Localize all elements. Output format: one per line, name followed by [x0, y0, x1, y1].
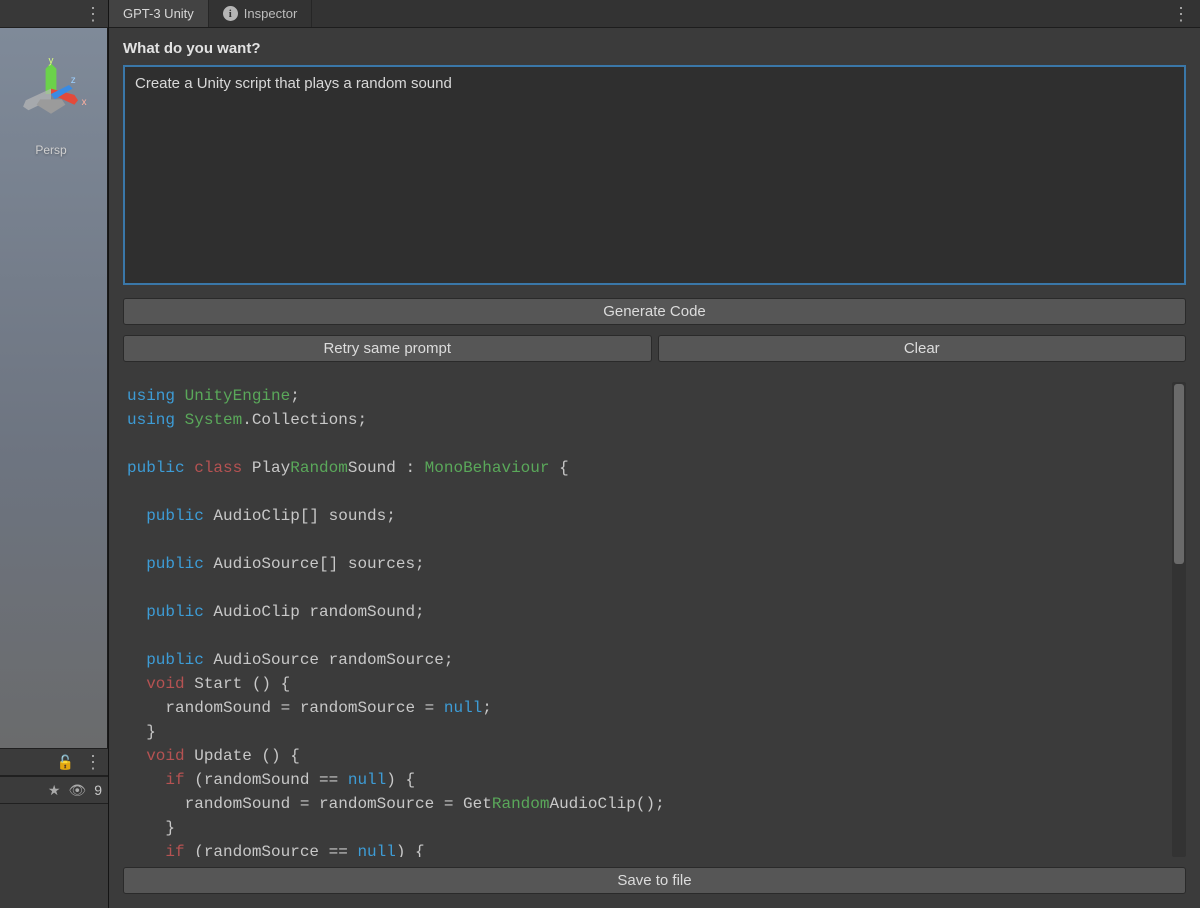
generate-button[interactable]: Generate Code — [123, 298, 1186, 325]
prompt-section: What do you want? Generate Code Retry sa… — [109, 28, 1200, 368]
kebab-menu-icon[interactable]: ⋮ — [1162, 5, 1200, 23]
scene-toolbar: ⋮ — [0, 0, 108, 28]
gpt3-unity-panel: GPT-3 Unity i Inspector ⋮ What do you wa… — [108, 0, 1200, 908]
gizmo-z-label: z — [71, 75, 76, 86]
orientation-gizmo[interactable]: y x z Persp — [11, 58, 91, 157]
clear-button[interactable]: Clear — [658, 335, 1187, 362]
projection-label[interactable]: Persp — [11, 143, 91, 157]
prompt-input[interactable] — [123, 65, 1186, 285]
code-output-section: using UnityEngine; using System.Collecti… — [123, 382, 1186, 857]
retry-button[interactable]: Retry same prompt — [123, 335, 652, 362]
gizmo-y-label: y — [49, 58, 54, 66]
scene-viewport[interactable]: y x z Persp — [0, 28, 108, 748]
star-icon[interactable]: ★ — [48, 782, 61, 799]
gizmo-x-label: x — [82, 97, 87, 108]
code-output[interactable]: using UnityEngine; using System.Collecti… — [123, 382, 1172, 857]
tab-inspector[interactable]: i Inspector — [209, 0, 312, 27]
visibility-off-icon[interactable]: 👁 — [68, 782, 86, 799]
tab-gpt3-unity[interactable]: GPT-3 Unity — [109, 0, 209, 27]
bottom-status-bar: ★ 👁 9 — [0, 776, 108, 804]
hierarchy-toolbar: 🔓 ⋮ — [0, 748, 108, 776]
tab-label: Inspector — [244, 6, 297, 21]
kebab-menu-icon[interactable]: ⋮ — [84, 753, 102, 771]
hidden-object-count: 9 — [94, 782, 102, 798]
hierarchy-panel — [0, 804, 108, 908]
tab-bar: GPT-3 Unity i Inspector ⋮ — [109, 0, 1200, 28]
lock-icon[interactable]: 🔓 — [57, 754, 74, 771]
scrollbar-thumb[interactable] — [1174, 384, 1184, 564]
prompt-label: What do you want? — [123, 40, 1186, 57]
info-icon: i — [223, 6, 238, 21]
kebab-menu-icon[interactable]: ⋮ — [84, 5, 102, 23]
scene-view-panel: ⋮ y x z Persp 🔓 ⋮ ★ 👁 9 — [0, 0, 108, 908]
save-button[interactable]: Save to file — [123, 867, 1186, 894]
vertical-scrollbar[interactable] — [1172, 382, 1186, 857]
tab-label: GPT-3 Unity — [123, 6, 194, 21]
